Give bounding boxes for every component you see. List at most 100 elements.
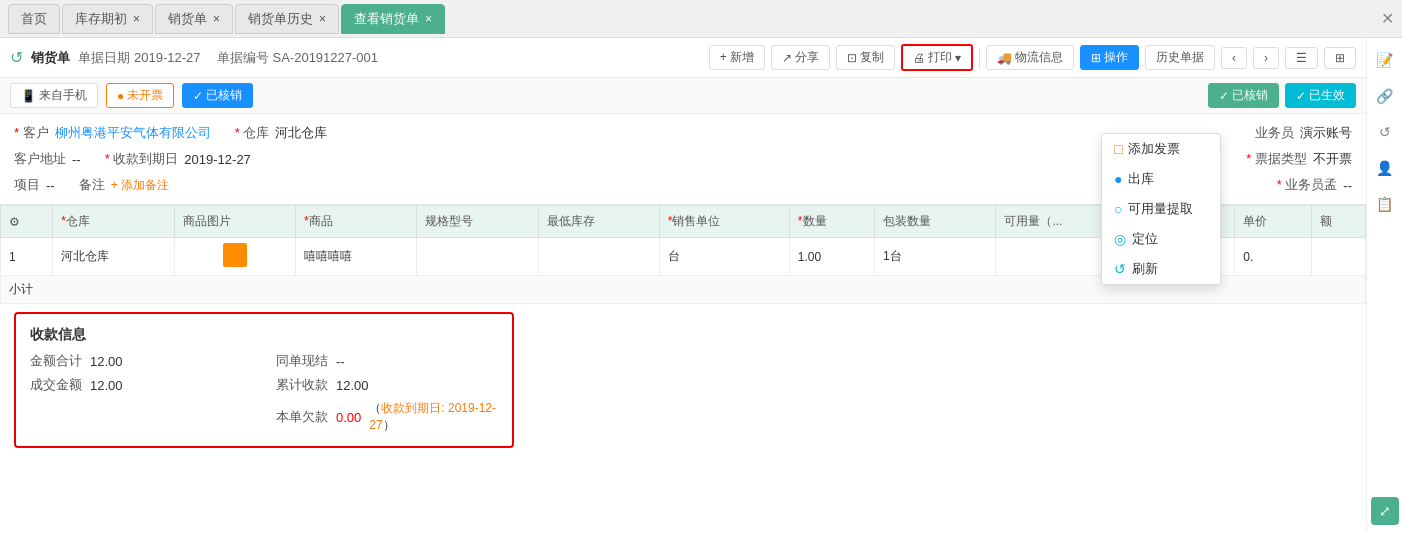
project-label: 项目	[14, 176, 40, 194]
close-tab-sales-history[interactable]: ×	[319, 12, 326, 26]
same-order-value: --	[336, 354, 345, 369]
same-order-row: 同单现结 --	[276, 352, 498, 370]
view-toggle-list[interactable]: ☰	[1285, 47, 1318, 69]
share-button[interactable]: ↗ 分享	[771, 45, 830, 70]
address-field: 客户地址 --	[14, 150, 81, 168]
sidebar-icon-clipboard[interactable]: 📋	[1371, 190, 1399, 218]
tab-inventory-init[interactable]: 库存期初 ×	[62, 4, 153, 34]
meta-no: 单据编号 SA-20191227-001	[217, 49, 379, 67]
phone-icon: 📱	[21, 89, 36, 103]
close-tab-inventory-init[interactable]: ×	[133, 12, 140, 26]
dropdown-item-outbound[interactable]: ● 出库	[1102, 164, 1220, 194]
available-icon: ○	[1114, 201, 1122, 217]
col-settings[interactable]: ⚙	[1, 206, 53, 238]
cumulative-payment-row: 累计收款 12.00	[276, 376, 498, 394]
dropdown-item-add-invoice[interactable]: □ 添加发票	[1102, 134, 1220, 164]
outstanding-value: 0.00	[336, 410, 361, 425]
outbound-icon: ●	[1114, 171, 1122, 187]
ticket-icon: ●	[117, 89, 124, 103]
share-icon: ↗	[782, 51, 792, 65]
meta-date: 单据日期 2019-12-27	[78, 49, 201, 67]
close-tab-sales-order[interactable]: ×	[213, 12, 220, 26]
cell-warehouse: 河北仓库	[53, 238, 174, 276]
info-col-left: 金额合计 12.00 成交金额 12.00	[30, 352, 252, 434]
payment-info-title: 收款信息	[30, 326, 498, 344]
outstanding-row: 本单欠款 0.00 （收款到期日: 2019-12-27）	[276, 400, 498, 434]
separator	[979, 48, 980, 68]
transaction-amount-value: 12.00	[90, 378, 123, 393]
sales-label: 业务员孟	[1277, 176, 1338, 194]
warehouse-value: 河北仓库	[275, 124, 327, 142]
print-icon: 🖨	[913, 51, 925, 65]
action-right: ✓ 已核销 ✓ 已生效	[1208, 83, 1356, 108]
cell-spec	[417, 238, 538, 276]
customer-label: 客户	[14, 124, 49, 142]
tab-sales-history[interactable]: 销货单历史 ×	[235, 4, 339, 34]
cumulative-payment-label: 累计收款	[276, 376, 328, 394]
sidebar-icon-refresh[interactable]: ↺	[1371, 118, 1399, 146]
cell-product: 嘻嘻嘻嘻	[295, 238, 416, 276]
outstanding-note: （收款到期日: 2019-12-27）	[369, 400, 498, 434]
outstanding-label: 本单欠款	[276, 408, 328, 426]
cell-sales-unit: 台	[659, 238, 789, 276]
operation-button[interactable]: ⊞ 操作	[1080, 45, 1139, 70]
ticket-type-value: 不开票	[1313, 150, 1352, 168]
effective-btn[interactable]: ✓ 已生效	[1285, 83, 1356, 108]
not-open-ticket-btn[interactable]: ● 未开票	[106, 83, 174, 108]
close-tab-view-sales-order[interactable]: ×	[425, 12, 432, 26]
col-product-image: 商品图片	[174, 206, 295, 238]
print-button[interactable]: 🖨 打印 ▾	[901, 44, 973, 71]
staff-field: 业务员 演示账号	[1255, 124, 1352, 142]
dropdown-item-refresh[interactable]: ↺ 刷新	[1102, 254, 1220, 284]
check-btn[interactable]: ✓ 已核销	[182, 83, 253, 108]
note-label: 备注	[79, 176, 105, 194]
dropdown-item-locate[interactable]: ◎ 定位	[1102, 224, 1220, 254]
sidebar-icon-notes[interactable]: 📝	[1371, 46, 1399, 74]
history-button[interactable]: 历史单据	[1145, 45, 1215, 70]
col-quantity: *数量	[789, 206, 874, 238]
from-phone-btn[interactable]: 📱 来自手机	[10, 83, 98, 108]
col-sales-unit: *销售单位	[659, 206, 789, 238]
customer-value[interactable]: 柳州粤港平安气体有限公司	[55, 124, 211, 142]
transaction-amount-row: 成交金额 12.00	[30, 376, 252, 394]
cell-unit-price: 0.	[1235, 238, 1312, 276]
sales-value: --	[1343, 178, 1352, 193]
tab-view-sales-order[interactable]: 查看销货单 ×	[341, 4, 445, 34]
cancelled-btn[interactable]: ✓ 已核销	[1208, 83, 1279, 108]
sidebar-icon-link[interactable]: 🔗	[1371, 82, 1399, 110]
doc-icon: ↺	[10, 48, 23, 67]
copy-icon: ⊡	[847, 51, 857, 65]
address-value: --	[72, 152, 81, 167]
tab-home[interactable]: 首页	[8, 4, 60, 34]
col-amount: 额	[1311, 206, 1365, 238]
logistics-button[interactable]: 🚚 物流信息	[986, 45, 1074, 70]
col-unit-price: 单价	[1235, 206, 1312, 238]
effective-icon: ✓	[1296, 89, 1306, 103]
tab-sales-order[interactable]: 销货单 ×	[155, 4, 233, 34]
add-note-btn[interactable]: 添加备注	[111, 177, 169, 194]
payment-date-field: 收款到期日 2019-12-27	[105, 150, 251, 168]
copy-button[interactable]: ⊡ 复制	[836, 45, 895, 70]
toolbar: ↺ 销货单 单据日期 2019-12-27 单据编号 SA-20191227-0…	[0, 38, 1366, 78]
new-button[interactable]: + 新增	[709, 45, 765, 70]
staff-label: 业务员	[1255, 124, 1294, 142]
doc-title: 销货单	[31, 49, 70, 67]
col-package-qty: 包装数量	[875, 206, 996, 238]
transaction-amount-label: 成交金额	[30, 376, 82, 394]
total-amount-row: 金额合计 12.00	[30, 352, 252, 370]
prev-record-btn[interactable]: ‹	[1221, 47, 1247, 69]
note-field: 备注 添加备注	[79, 176, 169, 194]
col-product: *商品	[295, 206, 416, 238]
right-sidebar: 📝 🔗 ↺ 👤 📋 ⤢	[1366, 38, 1402, 533]
next-record-btn[interactable]: ›	[1253, 47, 1279, 69]
payment-date-label: 收款到期日	[105, 150, 179, 168]
dropdown-item-available[interactable]: ○ 可用量提取	[1102, 194, 1220, 224]
view-toggle-grid[interactable]: ⊞	[1324, 47, 1356, 69]
sidebar-icon-user[interactable]: 👤	[1371, 154, 1399, 182]
staff-value: 演示账号	[1300, 124, 1352, 142]
total-amount-value: 12.00	[90, 354, 123, 369]
sidebar-icon-expand[interactable]: ⤢	[1371, 497, 1399, 525]
window-close-btn[interactable]: ✕	[1381, 9, 1394, 28]
ticket-type-field: 票据类型 不开票	[1246, 150, 1352, 168]
ticket-type-label: 票据类型	[1246, 150, 1307, 168]
